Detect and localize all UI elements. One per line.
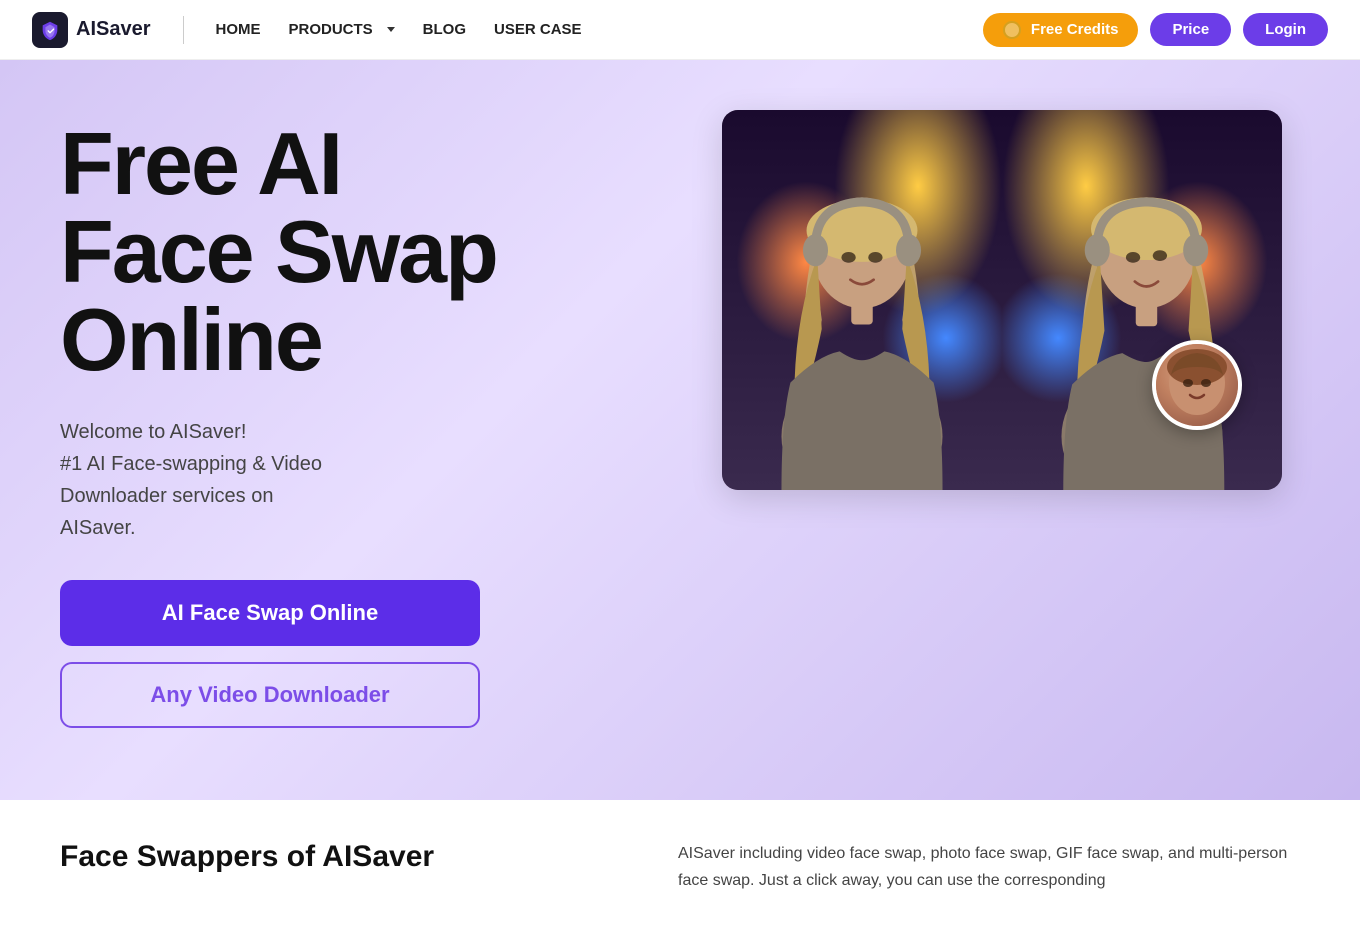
nav-home[interactable]: HOME	[216, 21, 261, 38]
hero-subtitle-line3: Downloader services on	[60, 480, 560, 512]
hero-subtitle-line2: #1 AI Face-swapping & Video	[60, 448, 560, 480]
image-right-panel	[1002, 110, 1282, 490]
free-credits-label: Free Credits	[1031, 21, 1119, 38]
hero-title-line3: Online	[60, 290, 322, 389]
hero-title-line1: Free AI	[60, 114, 341, 213]
brand-link[interactable]: AISaver	[32, 12, 151, 48]
hero-title: Free AI Face Swap Online	[60, 120, 705, 384]
face-overlay-circle	[1152, 340, 1242, 430]
bottom-heading: Face Swappers of AISaver	[60, 840, 618, 874]
hero-subtitle-line4: AISaver.	[60, 512, 560, 544]
bottom-left: Face Swappers of AISaver	[60, 840, 618, 874]
coin-icon	[1003, 21, 1021, 39]
nav-right: Free Credits Price Login	[983, 13, 1328, 47]
nav-left: AISaver HOME PRODUCTS BLOG USER CASE	[32, 12, 582, 48]
person-figure-left	[732, 150, 992, 490]
nav-products-label[interactable]: PRODUCTS	[289, 21, 373, 38]
hero-buttons: AI Face Swap Online Any Video Downloader	[60, 580, 480, 728]
free-credits-button[interactable]: Free Credits	[983, 13, 1139, 47]
face-svg	[1157, 345, 1237, 425]
nav-links: HOME PRODUCTS BLOG USER CASE	[216, 21, 582, 39]
bottom-section: Face Swappers of AISaver AISaver includi…	[0, 800, 1360, 934]
price-button[interactable]: Price	[1150, 13, 1231, 46]
brand-logo-icon	[32, 12, 68, 48]
image-split-container	[722, 110, 1282, 490]
person-figure-right	[1012, 150, 1272, 490]
bottom-right: AISaver including video face swap, photo…	[678, 840, 1300, 894]
hero-image-area	[705, 100, 1300, 490]
bottom-description: AISaver including video face swap, photo…	[678, 840, 1300, 894]
video-downloader-button[interactable]: Any Video Downloader	[60, 662, 480, 728]
face-swap-button[interactable]: AI Face Swap Online	[60, 580, 480, 646]
hero-content: Free AI Face Swap Online Welcome to AISa…	[60, 100, 705, 728]
navbar: AISaver HOME PRODUCTS BLOG USER CASE	[0, 0, 1360, 60]
nav-products-dropdown[interactable]: PRODUCTS	[289, 21, 395, 38]
hero-section: Free AI Face Swap Online Welcome to AISa…	[0, 60, 1360, 800]
image-left-panel	[722, 110, 1002, 490]
hero-subtitle: Welcome to AISaver! #1 AI Face-swapping …	[60, 416, 560, 544]
face-inner-image	[1156, 344, 1238, 426]
nav-divider	[183, 16, 184, 44]
brand-name: AISaver	[76, 18, 151, 41]
products-chevron-icon	[387, 27, 395, 32]
hero-image-wrapper	[722, 110, 1282, 490]
nav-user-case[interactable]: USER CASE	[494, 21, 582, 38]
nav-blog[interactable]: BLOG	[423, 21, 466, 38]
hero-title-line2: Face Swap	[60, 202, 497, 301]
hero-subtitle-line1: Welcome to AISaver!	[60, 416, 560, 448]
login-button[interactable]: Login	[1243, 13, 1328, 46]
